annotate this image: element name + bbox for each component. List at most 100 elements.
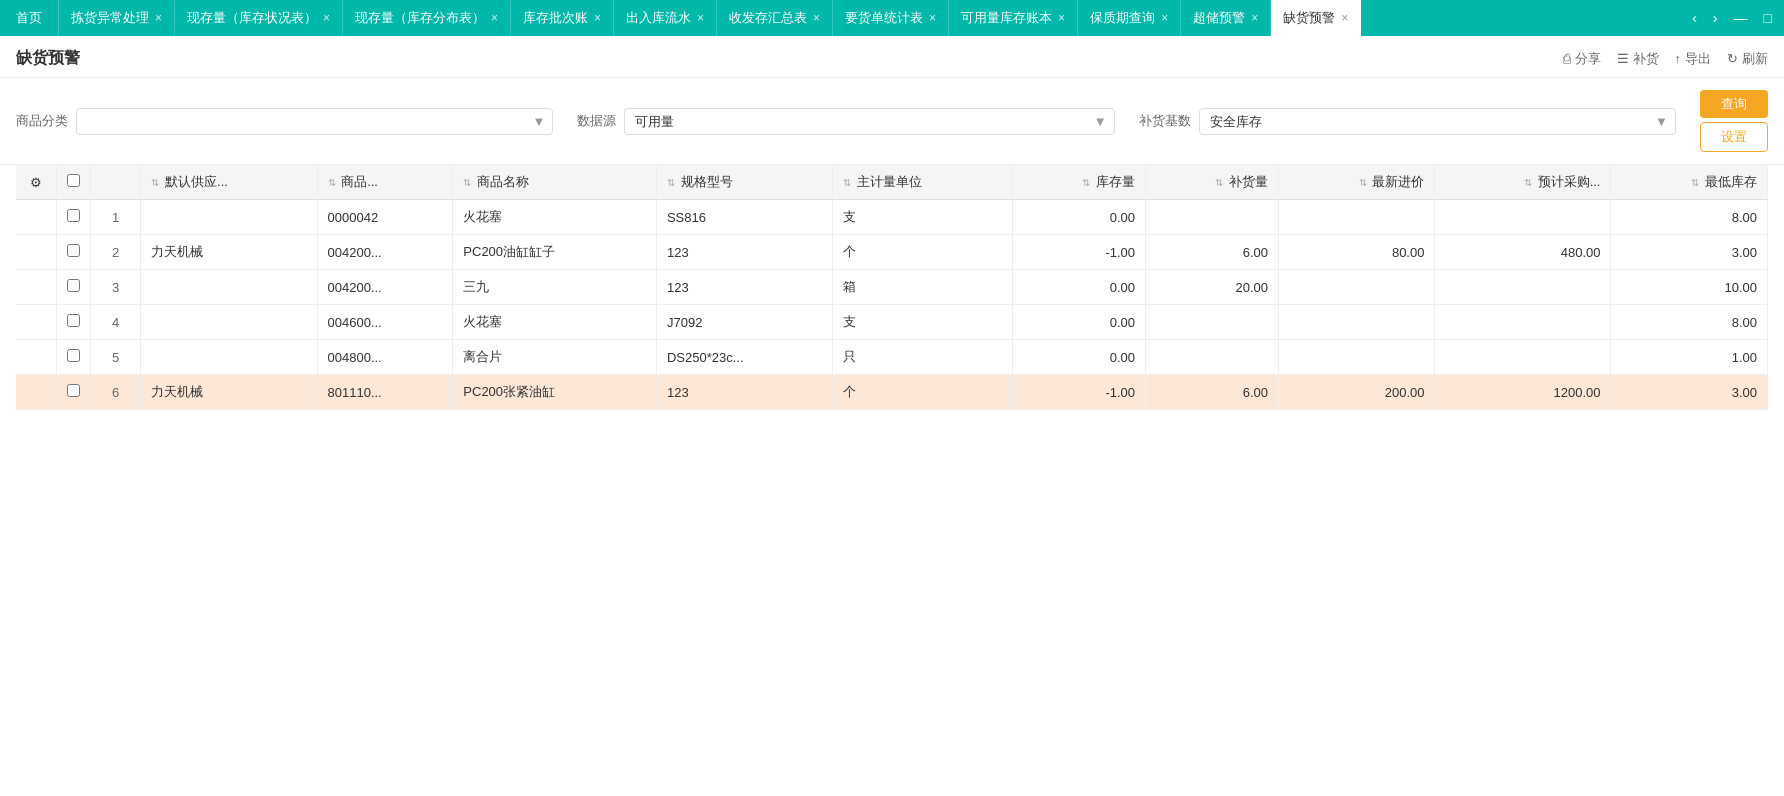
- row-min-stock: 1.00: [1611, 340, 1768, 375]
- nav-maximize-btn[interactable]: □: [1756, 6, 1780, 30]
- row-checkbox-cell[interactable]: [56, 270, 90, 305]
- row-checkbox-2[interactable]: [67, 279, 80, 292]
- row-unit: 个: [833, 235, 1013, 270]
- tab-home[interactable]: 首页: [0, 0, 59, 36]
- row-replenish: [1146, 340, 1279, 375]
- refresh-button[interactable]: ↻ 刷新: [1727, 50, 1768, 68]
- row-est-purchase: 480.00: [1435, 235, 1611, 270]
- table-row: 4 004600... 火花塞 J7092 支 0.00 8.00: [16, 305, 1768, 340]
- row-est-purchase: [1435, 305, 1611, 340]
- row-name: PC200油缸缸子: [453, 235, 657, 270]
- datasource-select[interactable]: 可用量: [624, 108, 1114, 135]
- tab-2[interactable]: 现存量（库存状况表） ×: [175, 0, 343, 36]
- row-stock: 0.00: [1013, 200, 1146, 235]
- spec-sort-icon: ⇅: [667, 177, 675, 188]
- share-button[interactable]: ⎙ 分享: [1563, 50, 1601, 68]
- row-checkbox-1[interactable]: [67, 244, 80, 257]
- share-icon: ⎙: [1563, 51, 1571, 66]
- row-code: 004800...: [317, 340, 453, 375]
- row-checkbox-cell[interactable]: [56, 375, 90, 410]
- tab-9[interactable]: 保质期查询 ×: [1078, 0, 1181, 36]
- nav-prev-btn[interactable]: ‹: [1684, 6, 1705, 30]
- replenish-sort-icon: ⇅: [1215, 177, 1223, 188]
- row-supplier: [141, 200, 317, 235]
- col-est-purchase: ⇅ 预计采购...: [1435, 165, 1611, 200]
- row-checkbox-cell[interactable]: [56, 235, 90, 270]
- tab-4-close[interactable]: ×: [594, 11, 601, 25]
- tab-5-close[interactable]: ×: [697, 11, 704, 25]
- row-settings-cell: [16, 375, 56, 410]
- tab-3-close[interactable]: ×: [491, 11, 498, 25]
- tab-8[interactable]: 可用量库存账本 ×: [949, 0, 1078, 36]
- tab-10[interactable]: 超储预警 ×: [1181, 0, 1271, 36]
- row-checkbox-0[interactable]: [67, 209, 80, 222]
- row-settings-cell: [16, 340, 56, 375]
- tab-7-close[interactable]: ×: [929, 11, 936, 25]
- category-select-wrapper: ▼: [76, 108, 553, 135]
- tab-8-close[interactable]: ×: [1058, 11, 1065, 25]
- settings-button[interactable]: 设置: [1700, 122, 1768, 152]
- row-min-stock: 8.00: [1611, 200, 1768, 235]
- row-checkbox-cell[interactable]: [56, 200, 90, 235]
- nav-next-btn[interactable]: ›: [1705, 6, 1726, 30]
- filter-actions: 查询 设置: [1700, 90, 1768, 152]
- replenish-button[interactable]: ☰ 补货: [1617, 50, 1659, 68]
- row-checkbox-cell[interactable]: [56, 305, 90, 340]
- tab-10-close[interactable]: ×: [1251, 11, 1258, 25]
- tab-11[interactable]: 缺货预警 ×: [1271, 0, 1361, 36]
- tab-9-close[interactable]: ×: [1161, 11, 1168, 25]
- nav-minimize-btn[interactable]: —: [1726, 6, 1756, 30]
- row-name: 三九: [453, 270, 657, 305]
- replenish-base-select-wrapper: 安全库存 ▼: [1199, 108, 1676, 135]
- query-button[interactable]: 查询: [1700, 90, 1768, 118]
- row-settings-cell: [16, 270, 56, 305]
- row-settings-cell: [16, 200, 56, 235]
- filter-category: 商品分类 ▼: [16, 108, 553, 135]
- col-settings[interactable]: ⚙: [16, 165, 56, 200]
- col-spec: ⇅ 规格型号: [656, 165, 832, 200]
- col-checkbox: [56, 165, 90, 200]
- col-name: ⇅ 商品名称: [453, 165, 657, 200]
- row-min-stock: 10.00: [1611, 270, 1768, 305]
- row-checkbox-5[interactable]: [67, 384, 80, 397]
- main-content: 缺货预警 ⎙ 分享 ☰ 补货 ↑ 导出 ↻ 刷新 商品分类: [0, 36, 1784, 796]
- row-supplier: [141, 305, 317, 340]
- tab-11-close[interactable]: ×: [1341, 11, 1348, 25]
- page-title: 缺货预警: [16, 48, 80, 69]
- row-checkbox-3[interactable]: [67, 314, 80, 327]
- row-unit: 支: [833, 305, 1013, 340]
- tab-3[interactable]: 现存量（库存分布表） ×: [343, 0, 511, 36]
- row-stock: 0.00: [1013, 305, 1146, 340]
- tab-1-close[interactable]: ×: [155, 11, 162, 25]
- col-index: [90, 165, 141, 200]
- replenish-base-select[interactable]: 安全库存: [1199, 108, 1676, 135]
- row-spec: DS250*23c...: [656, 340, 832, 375]
- select-all-checkbox[interactable]: [67, 174, 80, 187]
- data-table: ⚙ ⇅ 默认供应... ⇅ 商品... ⇅: [16, 165, 1768, 410]
- row-replenish: 20.00: [1146, 270, 1279, 305]
- filter-replenish-base: 补货基数 安全库存 ▼: [1139, 108, 1676, 135]
- table-row: 6 力天机械 801110... PC200张紧油缸 123 个 -1.00 6…: [16, 375, 1768, 410]
- tab-6-close[interactable]: ×: [813, 11, 820, 25]
- filter-datasource: 数据源 可用量 ▼: [577, 108, 1114, 135]
- header-actions: ⎙ 分享 ☰ 补货 ↑ 导出 ↻ 刷新: [1563, 50, 1769, 68]
- tab-6[interactable]: 收发存汇总表 ×: [717, 0, 833, 36]
- row-est-purchase: [1435, 340, 1611, 375]
- datasource-select-wrapper: 可用量 ▼: [624, 108, 1114, 135]
- tab-4[interactable]: 库存批次账 ×: [511, 0, 614, 36]
- row-index: 1: [90, 200, 141, 235]
- row-index: 5: [90, 340, 141, 375]
- category-select[interactable]: [76, 108, 553, 135]
- tab-5[interactable]: 出入库流水 ×: [614, 0, 717, 36]
- table-row: 1 0000042 火花塞 SS816 支 0.00 8.00: [16, 200, 1768, 235]
- settings-gear-icon: ⚙: [30, 175, 42, 190]
- page-header: 缺货预警 ⎙ 分享 ☰ 补货 ↑ 导出 ↻ 刷新: [0, 36, 1784, 78]
- tab-2-close[interactable]: ×: [323, 11, 330, 25]
- tab-1[interactable]: 拣货异常处理 ×: [59, 0, 175, 36]
- refresh-icon: ↻: [1727, 51, 1738, 66]
- export-button[interactable]: ↑ 导出: [1675, 50, 1712, 68]
- row-checkbox-cell[interactable]: [56, 340, 90, 375]
- row-checkbox-4[interactable]: [67, 349, 80, 362]
- tab-7[interactable]: 要货单统计表 ×: [833, 0, 949, 36]
- row-settings-cell: [16, 305, 56, 340]
